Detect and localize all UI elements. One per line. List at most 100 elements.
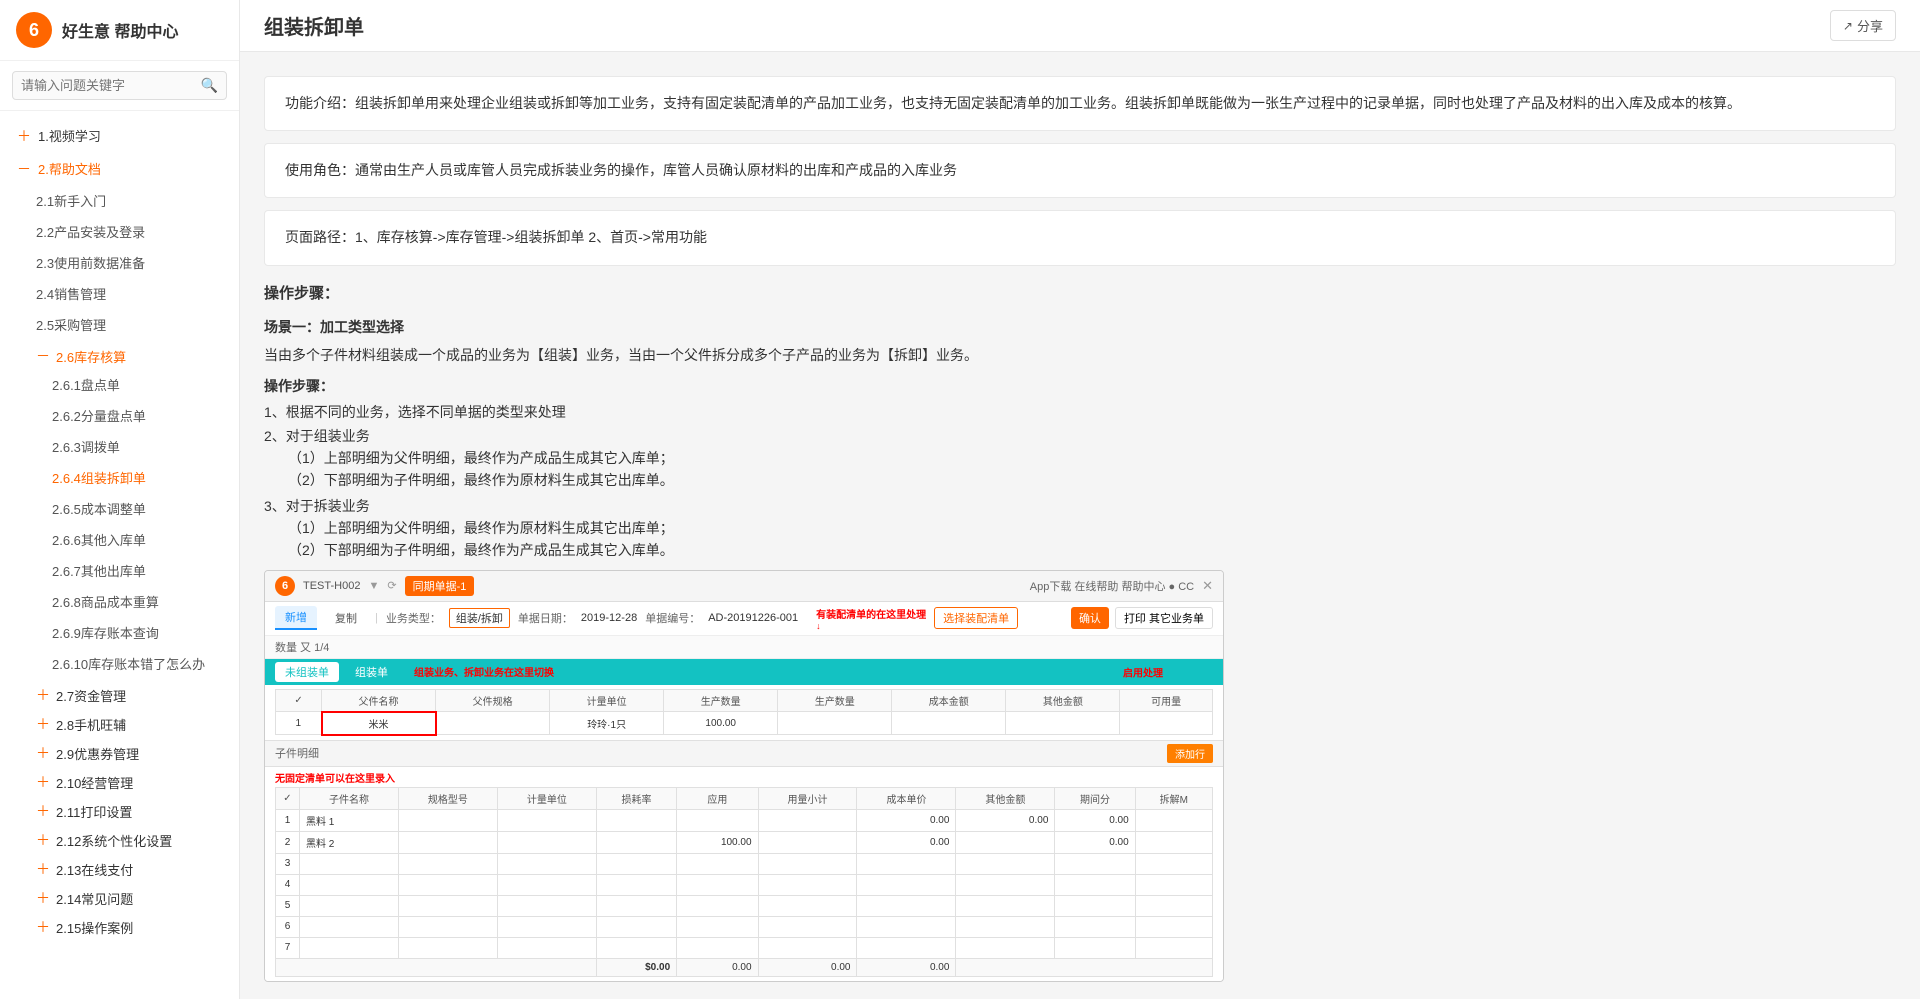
app-type-tab-unassembled[interactable]: 未组装单: [275, 662, 339, 682]
app-btn-select-assembly[interactable]: 选择装配清单: [934, 607, 1018, 629]
app-field-no-value: AD-20191226-001: [708, 612, 798, 624]
nav-sub-docs: 2.1新手入门 2.2产品安装及登录 2.3使用前数据准备 2.4销售管理 2.…: [0, 185, 239, 940]
app-refresh-icon: ⟳: [387, 579, 396, 592]
sidebar-item-transfer[interactable]: 2.6.3调拨单: [52, 431, 239, 462]
main-content: 功能介绍：组装拆卸单用来处理企业组装或拆卸等加工业务，支持有固定装配清单的产品加…: [240, 52, 1920, 999]
search-icon[interactable]: 🔍: [201, 77, 218, 94]
role-text: 使用角色：通常由生产人员或库管人员完成拆装业务的操作，库管人员确认原材料的出库和…: [285, 162, 957, 178]
table-row: 2 黑料 2 100.00 0.00 0.00: [276, 831, 1213, 853]
path-block: 页面路径：1、库存核算->库存管理->组装拆卸单 2、首页->常用功能: [264, 210, 1896, 265]
app-btn-print[interactable]: 打印 其它业务单: [1115, 607, 1213, 629]
sidebar-item-videos[interactable]: ＋ 1.视频学习: [0, 119, 239, 152]
nav-tree: ＋ 1.视频学习 － 2.帮助文档 2.1新手入门 2.2产品安装及登录 2.3…: [0, 111, 239, 999]
th-other-amount: 其他金额: [1006, 689, 1120, 712]
sidebar-item-coupon[interactable]: ＋ 2.9优惠券管理: [36, 737, 239, 766]
sidebar-item-inventory[interactable]: － 2.6库存核算: [36, 340, 239, 369]
app-top-table-header: ✓ 父件名称 父件规格 计量单位 生产数量 生产数量 成本金额 其他金额 可用量: [276, 689, 1213, 712]
th-check: ✓: [276, 689, 322, 712]
th-prod-qty: 生产数量: [664, 689, 778, 712]
step3-sub2: （2）下部明细为子件明细，最终作为产成品生成其它入库单。: [288, 540, 1896, 560]
td-row1-spec: [436, 712, 550, 735]
app-logo: 6: [275, 576, 295, 596]
sidebar-item-faq[interactable]: ＋ 2.14常见问题: [36, 882, 239, 911]
page-title: 组装拆卸单: [264, 11, 364, 40]
sidebar-item-data-prep[interactable]: 2.3使用前数据准备: [36, 247, 239, 278]
sidebar-item-sales[interactable]: 2.4销售管理: [36, 278, 239, 309]
sidebar-item-inventory-error[interactable]: 2.6.10库存账本错了怎么办: [52, 648, 239, 679]
role-block: 使用角色：通常由生产人员或库管人员完成拆装业务的操作，库管人员确认原材料的出库和…: [264, 143, 1896, 198]
sidebar-item-assembly[interactable]: 2.6.4组装拆卸单: [52, 462, 239, 493]
app-close-icon[interactable]: ✕: [1202, 578, 1213, 594]
app-dropdown-icon: ▼: [368, 580, 379, 592]
plus-icon-faq: ＋: [36, 888, 50, 908]
app-type-bar: 未组装单 组装单 组装业务、拆卸业务在这里切换: [265, 659, 1223, 685]
sidebar-item-operation[interactable]: ＋ 2.10经营管理: [36, 766, 239, 795]
app-table-footer: $0.00 0.00 0.00 0.00: [276, 958, 1213, 976]
main-header: 组装拆卸单 ↗ 分享: [240, 0, 1920, 52]
table-row: 5: [276, 895, 1213, 916]
app-btn-confirm[interactable]: 确认: [1071, 607, 1109, 629]
annotation-assembly: 有装配清单的在这里处理 ↓: [816, 606, 926, 631]
th-unit: 计量单位: [550, 689, 664, 712]
td-row1-prodqty2: [778, 712, 892, 735]
minus-icon-inventory: －: [36, 346, 50, 366]
sidebar-item-cases[interactable]: ＋ 2.15操作案例: [36, 911, 239, 940]
th-parent-name: 父件名称: [322, 689, 436, 712]
sidebar-item-purchase[interactable]: 2.5采购管理: [36, 309, 239, 340]
td-row1-other: [1006, 712, 1120, 735]
sidebar-item-other-out[interactable]: 2.6.7其他出库单: [52, 555, 239, 586]
app-type-tab-assembled[interactable]: 组装单: [345, 662, 398, 682]
th-parent-spec: 父件规格: [436, 689, 550, 712]
table-row: 3: [276, 853, 1213, 874]
sidebar-item-other-in[interactable]: 2.6.6其他入库单: [52, 524, 239, 555]
sidebar-item-finance[interactable]: ＋ 2.7资金管理: [36, 679, 239, 708]
sidebar-item-print[interactable]: ＋ 2.11打印设置: [36, 795, 239, 824]
td-row1-avail: [1120, 712, 1213, 735]
sidebar-item-cost-recalc[interactable]: 2.6.8商品成本重算: [52, 586, 239, 617]
intro-block: 功能介绍：组装拆卸单用来处理企业组装或拆卸等加工业务，支持有固定装配清单的产品加…: [264, 76, 1896, 131]
sidebar-item-partial-stocktake[interactable]: 2.6.2分量盘点单: [52, 400, 239, 431]
app-field-type-label: 业务类型：: [386, 610, 441, 626]
sidebar-item-mobile[interactable]: ＋ 2.8手机旺辅: [36, 708, 239, 737]
app-top-table-container: ✓ 父件名称 父件规格 计量单位 生产数量 生产数量 成本金额 其他金额 可用量: [265, 689, 1223, 736]
th-prod-qty2: 生产数量: [778, 689, 892, 712]
app-icons-area: App下载 在线帮助 帮助中心 ● CC: [1030, 578, 1194, 594]
app-tab-copy[interactable]: 复制: [325, 607, 367, 629]
table-row: 1 黑料 1 0.00 0.00 0.00: [276, 809, 1213, 831]
step2-sub2: （2）下部明细为子件明细，最终作为原材料生成其它出库单。: [288, 470, 1896, 490]
share-button[interactable]: ↗ 分享: [1830, 10, 1896, 41]
table-row: 4: [276, 874, 1213, 895]
annotation-bottom-text: 无固定清单可以在这里录入: [275, 774, 395, 785]
app-bottom-table-header: ✓ 子件名称 规格型号 计量单位 损耗率 应用 用量小计 成本单价 其他金额 期…: [276, 787, 1213, 809]
table-row: 7: [276, 937, 1213, 958]
sidebar-item-docs[interactable]: － 2.帮助文档: [0, 152, 239, 185]
app-qty-row: 数量 又 1/4: [265, 636, 1223, 659]
sidebar-item-custom[interactable]: ＋ 2.12系统个性化设置: [36, 824, 239, 853]
td-row1-prodqty: 100.00: [664, 712, 778, 735]
step1: 1、根据不同的业务，选择不同单据的类型来处理: [264, 402, 1896, 422]
ops-title: 操作步骤：: [264, 282, 1896, 303]
search-input[interactable]: [21, 78, 201, 93]
sidebar-item-install[interactable]: 2.2产品安装及登录: [36, 216, 239, 247]
sidebar-item-cost-adjust[interactable]: 2.6.5成本调整单: [52, 493, 239, 524]
app-qty-label: 数量 又 1/4: [275, 639, 329, 655]
app-field-type-value[interactable]: 组装/拆卸: [449, 608, 510, 628]
plus-icon-cases: ＋: [36, 917, 50, 937]
sidebar-item-payment[interactable]: ＋ 2.13在线支付: [36, 853, 239, 882]
app-add-sub-btn[interactable]: 添加行: [1167, 744, 1213, 763]
plus-icon-videos: ＋: [16, 128, 32, 144]
type-bar-container: 未组装单 组装单 组装业务、拆卸业务在这里切换 启用处理: [265, 659, 1223, 685]
scene1-title: 场景一：加工类型选择: [264, 317, 1896, 337]
steps-title: 操作步骤：: [264, 376, 1896, 396]
logo-text: 好生意 帮助中心: [62, 18, 178, 42]
sidebar-item-newbie[interactable]: 2.1新手入门: [36, 185, 239, 216]
app-main-btn[interactable]: 同期单据-1: [405, 576, 475, 596]
td-row1-unit: 玲玲·1只: [550, 712, 664, 735]
plus-icon-custom: ＋: [36, 830, 50, 850]
sidebar-item-stocktake[interactable]: 2.6.1盘点单: [52, 369, 239, 400]
app-field-date-label: 单据日期：: [518, 610, 573, 626]
sidebar-item-inventory-query[interactable]: 2.6.9库存账本查询: [52, 617, 239, 648]
app-tab-new[interactable]: 新增: [275, 606, 317, 630]
app-right-btns: 确认 打印 其它业务单: [1071, 607, 1213, 629]
screenshot-wrapper: 6 TEST-H002 ▼ ⟳ 同期单据-1 App下载 在线帮助 帮助中心 ●…: [264, 570, 1224, 982]
